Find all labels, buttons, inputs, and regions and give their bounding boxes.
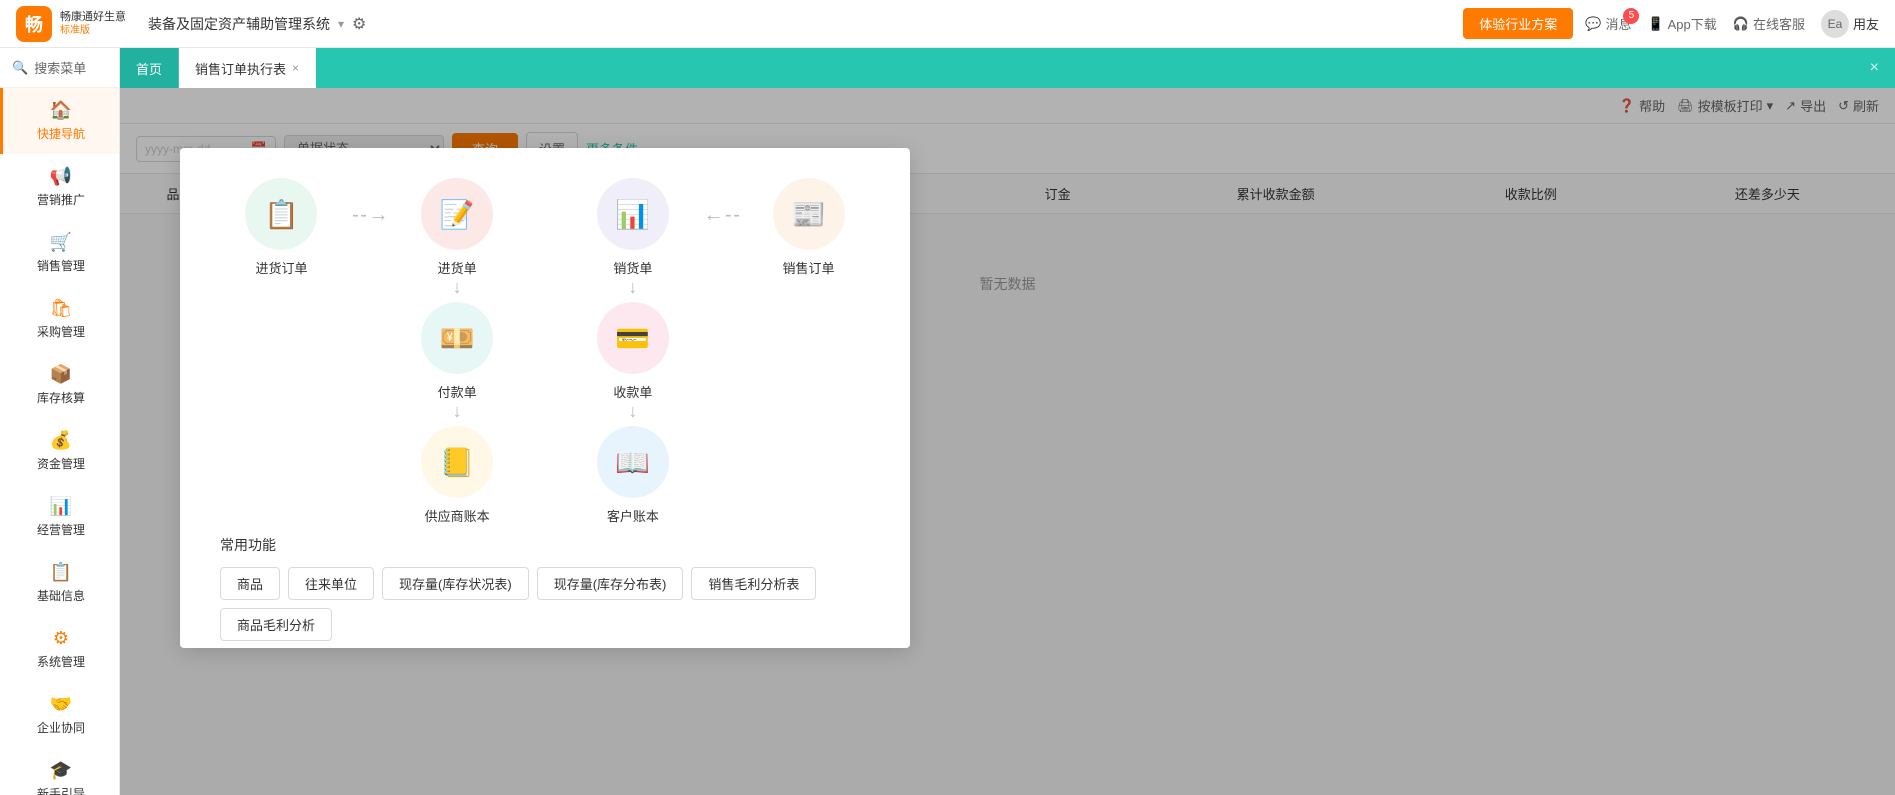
sidebar-item-inventory[interactable]: 📦 库存核算 bbox=[0, 352, 119, 418]
sidebar-item-sales[interactable]: 🛒 销售管理 bbox=[0, 220, 119, 286]
enterprise-icon: 🤝 bbox=[50, 694, 72, 715]
sidebar-item-finance[interactable]: 💰 资金管理 bbox=[0, 418, 119, 484]
workflow-section: 📋 进货订单 - - → 📝 进货单 bbox=[220, 178, 870, 525]
customer-account-icon: 📖 bbox=[597, 426, 669, 498]
sales-order-icon: 📰 bbox=[773, 178, 845, 250]
dropdown-arrow-icon[interactable]: ▾ bbox=[338, 17, 344, 31]
tab-close-icon[interactable]: × bbox=[292, 61, 299, 75]
app-download-button[interactable]: 📱 App下载 bbox=[1647, 14, 1716, 33]
workflow-item-receipt[interactable]: 💳 收款单 bbox=[571, 302, 694, 401]
message-icon: 💬 bbox=[1585, 16, 1601, 32]
arrow-down-purchase-bill: ↓ bbox=[396, 277, 519, 298]
main-layout: 🔍 搜索菜单 🏠 快捷导航 📢 营销推广 🛒 销售管理 🛍 采购管理 📦 库存核… bbox=[0, 48, 1895, 795]
newbie-icon: 🎓 bbox=[50, 760, 72, 781]
workflow-arrows-row2: ↓ ↓ bbox=[220, 401, 870, 422]
arrow-down-payment: ↓ bbox=[396, 401, 519, 422]
arrow-down-receipt: ↓ bbox=[571, 401, 694, 422]
payment-icon: 💴 bbox=[421, 302, 493, 374]
content-area: 首页 销售订单执行表 × × ❓ 帮助 🖨 按模板打印 ▾ bbox=[120, 48, 1895, 795]
sidebar-item-enterprise[interactable]: 🤝 企业协同 bbox=[0, 682, 119, 748]
sidebar-item-purchase[interactable]: 🛍 采购管理 bbox=[0, 286, 119, 352]
sidebar-item-marketing[interactable]: 📢 营销推广 bbox=[0, 154, 119, 220]
workflow-item-payment[interactable]: 💴 付款单 bbox=[396, 302, 519, 401]
system-icon: ⚙ bbox=[53, 628, 69, 649]
inventory-icon: 📦 bbox=[50, 364, 72, 385]
workflow-row-1: 📋 进货订单 - - → 📝 进货单 bbox=[220, 178, 870, 277]
top-header: 畅 畅康通好生意 标准版 装备及固定资产辅助管理系统 ▾ ⚙ 体验行业方案 💬 … bbox=[0, 0, 1895, 48]
message-button[interactable]: 💬 消息 5 bbox=[1585, 14, 1631, 33]
func-btn-sales-margin[interactable]: 销售毛利分析表 bbox=[691, 567, 816, 600]
sales-bill-icon: 📊 bbox=[597, 178, 669, 250]
tabs-bar: 首页 销售订单执行表 × × bbox=[120, 48, 1895, 88]
workflow-item-sales-order[interactable]: 📰 销售订单 bbox=[747, 178, 870, 277]
purchase-icon: 🛍 bbox=[50, 298, 73, 319]
headset-icon: 🎧 bbox=[1733, 16, 1749, 32]
tab-home[interactable]: 首页 bbox=[120, 48, 179, 88]
logo-area: 畅 畅康通好生意 标准版 bbox=[16, 6, 136, 42]
home-icon: 🏠 bbox=[50, 100, 72, 121]
purchase-bill-icon: 📝 bbox=[421, 178, 493, 250]
common-functions-title: 常用功能 bbox=[220, 535, 870, 555]
func-btn-stock-dist[interactable]: 现存量(库存分布表) bbox=[537, 567, 684, 600]
sidebar-item-newbie[interactable]: 🎓 新手引导 bbox=[0, 748, 119, 795]
marketing-icon: 📢 bbox=[50, 166, 72, 187]
workflow-item-customer-account[interactable]: 📖 客户账本 bbox=[571, 426, 694, 525]
basic-info-icon: 📋 bbox=[50, 562, 72, 583]
func-btn-stock-status[interactable]: 现存量(库存状况表) bbox=[382, 567, 529, 600]
sales-icon: 🛒 bbox=[50, 232, 72, 253]
workflow-arrows-row1: ↓ ↓ bbox=[220, 277, 870, 298]
online-service-button[interactable]: 🎧 在线客服 bbox=[1733, 14, 1805, 33]
avatar: Ea bbox=[1821, 10, 1849, 38]
arrow-sales-order-to-bill: ← - - bbox=[694, 204, 747, 251]
system-title: 装备及固定资产辅助管理系统 ▾ ⚙ bbox=[148, 14, 1451, 34]
gear-icon[interactable]: ⚙ bbox=[352, 14, 366, 34]
supplier-account-icon: 📒 bbox=[421, 426, 493, 498]
search-icon: 🔍 bbox=[12, 60, 28, 76]
workflow-item-purchase-bill[interactable]: 📝 进货单 bbox=[396, 178, 519, 277]
sidebar-item-business[interactable]: 📊 经营管理 bbox=[0, 484, 119, 550]
receipt-icon: 💳 bbox=[597, 302, 669, 374]
common-functions-section: 常用功能 商品 往来单位 现存量(库存状况表) 现存量(库存分布表) 销售毛利分… bbox=[220, 535, 870, 648]
arrow-purchase-order-to-bill: - - → bbox=[343, 204, 396, 251]
sidebar: 🔍 搜索菜单 🏠 快捷导航 📢 营销推广 🛒 销售管理 🛍 采购管理 📦 库存核… bbox=[0, 48, 120, 795]
workflow-row-3: 📒 供应商账本 📖 客户账本 bbox=[220, 426, 870, 525]
page-content: ❓ 帮助 🖨 按模板打印 ▾ ↗ 导出 ↺ 刷新 bbox=[120, 88, 1895, 795]
arrow-down-sales-bill: ↓ bbox=[571, 277, 694, 298]
phone-icon: 📱 bbox=[1647, 16, 1663, 32]
workflow-item-sales-bill[interactable]: 📊 销货单 bbox=[571, 178, 694, 277]
quick-nav-modal: 📋 进货订单 - - → 📝 进货单 bbox=[180, 148, 910, 648]
sidebar-item-basic-info[interactable]: 📋 基础信息 bbox=[0, 550, 119, 616]
trial-button[interactable]: 体验行业方案 bbox=[1463, 8, 1573, 39]
logo-icon: 畅 bbox=[16, 6, 52, 42]
modal-content: 📋 进货订单 - - → 📝 进货单 bbox=[180, 148, 910, 648]
sidebar-item-quick-nav[interactable]: 🏠 快捷导航 bbox=[0, 88, 119, 154]
logo-text: 畅康通好生意 标准版 bbox=[60, 10, 126, 37]
close-all-tabs-button[interactable]: × bbox=[1854, 59, 1895, 77]
workflow-item-purchase-order[interactable]: 📋 进货订单 bbox=[220, 178, 343, 277]
tab-sales-order[interactable]: 销售订单执行表 × bbox=[179, 48, 316, 88]
func-buttons-row1: 商品 往来单位 现存量(库存状况表) 现存量(库存分布表) 销售毛利分析表 商品… bbox=[220, 567, 870, 641]
func-btn-goods-margin[interactable]: 商品毛利分析 bbox=[220, 608, 332, 641]
message-badge: 5 bbox=[1623, 8, 1639, 24]
func-btn-goods[interactable]: 商品 bbox=[220, 567, 280, 600]
header-right: 💬 消息 5 📱 App下载 🎧 在线客服 Ea 用友 bbox=[1585, 10, 1879, 38]
finance-icon: 💰 bbox=[50, 430, 72, 451]
workflow-item-supplier-account[interactable]: 📒 供应商账本 bbox=[396, 426, 519, 525]
func-btn-partners[interactable]: 往来单位 bbox=[288, 567, 374, 600]
purchase-order-icon: 📋 bbox=[245, 178, 317, 250]
user-menu-button[interactable]: Ea 用友 bbox=[1821, 10, 1879, 38]
business-icon: 📊 bbox=[50, 496, 72, 517]
sidebar-item-system[interactable]: ⚙ 系统管理 bbox=[0, 616, 119, 682]
modal-overlay: 📋 进货订单 - - → 📝 进货单 bbox=[120, 88, 1895, 795]
search-menu-button[interactable]: 🔍 搜索菜单 bbox=[0, 48, 119, 88]
workflow-row-2: 💴 付款单 💳 收款单 bbox=[220, 302, 870, 401]
